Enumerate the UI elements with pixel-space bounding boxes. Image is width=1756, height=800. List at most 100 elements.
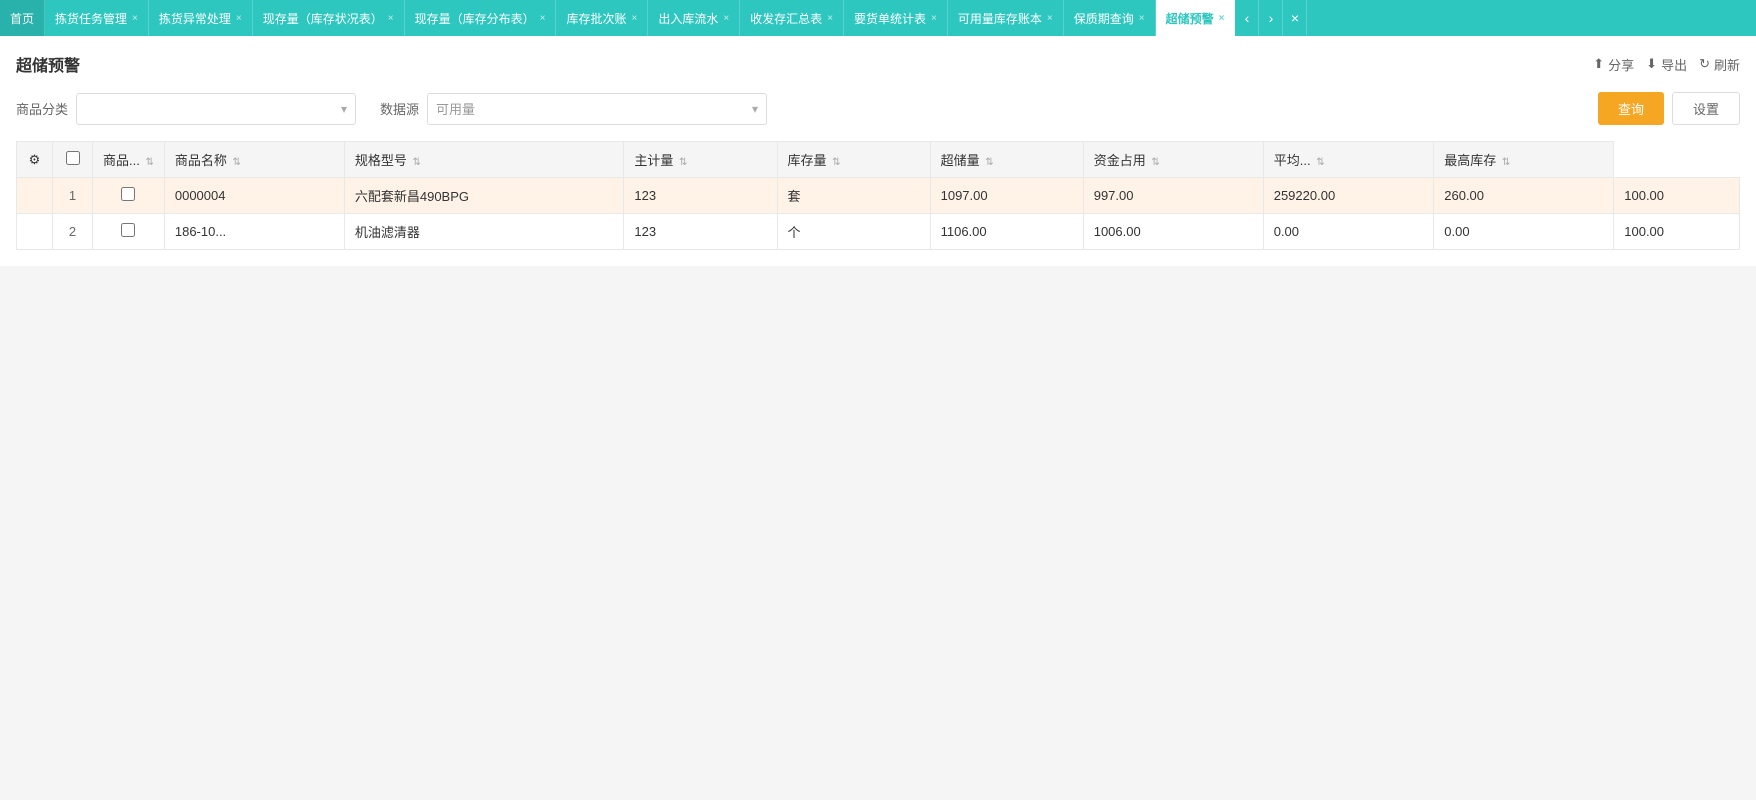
filter-row: 商品分类 ▾ 数据源 可用量 ▾ 查询 设置	[16, 92, 1740, 125]
data-table: ⚙ 商品... ⇅ 商品名称 ⇅ 规格型号 ⇅ 主计量	[16, 141, 1740, 250]
th-product-code: 商品... ⇅	[93, 142, 165, 178]
nav-close-button[interactable]: ×	[1283, 0, 1307, 36]
row-max-stock: 100.00	[1614, 178, 1740, 214]
topbar-item-[interactable]: 出入库流水×	[648, 0, 740, 36]
table-body: 10000004六配套新昌490BPG123套1097.00997.002592…	[17, 178, 1740, 250]
export-icon: ⬇	[1646, 56, 1657, 72]
export-label: 导出	[1661, 55, 1687, 74]
row-num: 2	[53, 214, 93, 250]
th-avg-label: 平均...	[1274, 153, 1311, 168]
sort-icon-spec: ⇅	[413, 157, 421, 168]
topbar-item-[interactable]: 要货单统计表×	[844, 0, 948, 36]
th-max-stock: 最高库存 ⇅	[1434, 142, 1614, 178]
page-container: 超储预警 ⬆ 分享 ⬇ 导出 ↻ 刷新 商品分类 ▾ 数据源	[0, 36, 1756, 266]
page-header: 超储预警 ⬆ 分享 ⬇ 导出 ↻ 刷新	[16, 52, 1740, 76]
close-icon[interactable]: ×	[540, 13, 546, 24]
sort-icon-over-stock: ⇅	[985, 157, 993, 168]
row-product-name: 六配套新昌490BPG	[344, 178, 624, 214]
data-source-select[interactable]: 可用量 ▾	[427, 93, 767, 125]
sort-icon-capital: ⇅	[1151, 157, 1159, 168]
close-icon[interactable]: ×	[1139, 13, 1145, 24]
topbar-item-[interactable]: 现存量（库存分布表）×	[405, 0, 557, 36]
row-product-code: 186-10...	[164, 214, 344, 250]
close-icon[interactable]: ×	[1047, 13, 1053, 24]
topbar-item-[interactable]: 拣货异常处理×	[149, 0, 253, 36]
row-checkbox-cell	[93, 178, 165, 214]
row-avg: 260.00	[1434, 178, 1614, 214]
row-product-code: 0000004	[164, 178, 344, 214]
gear-icon[interactable]: ⚙	[29, 152, 41, 167]
data-source-label: 数据源	[380, 99, 419, 118]
table-header: ⚙ 商品... ⇅ 商品名称 ⇅ 规格型号 ⇅ 主计量	[17, 142, 1740, 178]
table-row: 2186-10...机油滤清器123个1106.001006.000.000.0…	[17, 214, 1740, 250]
table-row: 10000004六配套新昌490BPG123套1097.00997.002592…	[17, 178, 1740, 214]
close-icon[interactable]: ×	[1219, 13, 1225, 24]
chevron-down-icon: ▾	[341, 102, 347, 116]
query-button[interactable]: 查询	[1598, 92, 1664, 125]
th-unit-label: 主计量	[634, 153, 673, 168]
topbar-item-[interactable]: 保质期查询×	[1064, 0, 1156, 36]
data-source-value: 可用量	[436, 99, 475, 118]
close-icon[interactable]: ×	[827, 13, 833, 24]
select-all-checkbox[interactable]	[66, 151, 80, 165]
th-avg: 平均... ⇅	[1263, 142, 1434, 178]
refresh-label: 刷新	[1714, 55, 1740, 74]
th-product-name-label: 商品名称	[175, 153, 227, 168]
close-icon[interactable]: ×	[236, 13, 242, 24]
row-capital-usage: 259220.00	[1263, 178, 1434, 214]
sort-icon-code: ⇅	[145, 157, 153, 168]
row-spec: 123	[624, 214, 777, 250]
th-capital-usage: 资金占用 ⇅	[1083, 142, 1263, 178]
row-checkbox[interactable]	[121, 223, 135, 237]
chevron-down-icon-2: ▾	[752, 102, 758, 116]
row-max-stock: 100.00	[1614, 214, 1740, 250]
share-label: 分享	[1608, 55, 1634, 74]
row-unit: 个	[777, 214, 930, 250]
topbar-item-[interactable]: 超储预警×	[1156, 0, 1236, 36]
th-checkbox	[53, 142, 93, 178]
filter-buttons: 查询 设置	[1598, 92, 1740, 125]
row-checkbox-cell	[93, 214, 165, 250]
page-title: 超储预警	[16, 52, 80, 76]
settings-button[interactable]: 设置	[1672, 92, 1740, 125]
close-icon[interactable]: ×	[931, 13, 937, 24]
row-gear-cell	[17, 178, 53, 214]
row-num: 1	[53, 178, 93, 214]
row-gear-cell	[17, 214, 53, 250]
export-button[interactable]: ⬇ 导出	[1646, 55, 1687, 74]
product-category-select[interactable]: ▾	[76, 93, 356, 125]
row-checkbox[interactable]	[121, 187, 135, 201]
sort-icon-name: ⇅	[233, 157, 241, 168]
sort-icon-avg: ⇅	[1316, 157, 1324, 168]
th-unit: 主计量 ⇅	[624, 142, 777, 178]
topbar-item-[interactable]: 首页	[0, 0, 45, 36]
topbar-item-[interactable]: 拣货任务管理×	[45, 0, 149, 36]
topbar-item-[interactable]: 可用量库存账本×	[948, 0, 1064, 36]
row-capital-usage: 0.00	[1263, 214, 1434, 250]
refresh-button[interactable]: ↻ 刷新	[1699, 55, 1740, 74]
topbar-item-[interactable]: 现存量（库存状况表）×	[253, 0, 405, 36]
nav-next-button[interactable]: ›	[1259, 0, 1283, 36]
row-spec: 123	[624, 178, 777, 214]
sort-icon-unit: ⇅	[679, 157, 687, 168]
nav-prev-button[interactable]: ‹	[1235, 0, 1259, 36]
close-icon[interactable]: ×	[631, 13, 637, 24]
row-avg: 0.00	[1434, 214, 1614, 250]
th-spec-label: 规格型号	[355, 153, 407, 168]
th-product-name: 商品名称 ⇅	[164, 142, 344, 178]
th-over-stock-label: 超储量	[941, 153, 980, 168]
data-source-filter: 数据源 可用量 ▾	[380, 93, 767, 125]
topbar: 首页拣货任务管理×拣货异常处理×现存量（库存状况表）×现存量（库存分布表）×库存…	[0, 0, 1756, 36]
close-icon[interactable]: ×	[388, 13, 394, 24]
sort-icon-stock: ⇅	[832, 157, 840, 168]
row-over-stock: 1006.00	[1083, 214, 1263, 250]
th-spec: 规格型号 ⇅	[344, 142, 624, 178]
topbar-item-[interactable]: 库存批次账×	[556, 0, 648, 36]
close-icon[interactable]: ×	[723, 13, 729, 24]
sort-icon-max: ⇅	[1502, 157, 1510, 168]
close-icon[interactable]: ×	[132, 13, 138, 24]
share-button[interactable]: ⬆ 分享	[1593, 55, 1634, 74]
th-product-code-label: 商品...	[103, 153, 140, 168]
page-actions: ⬆ 分享 ⬇ 导出 ↻ 刷新	[1593, 55, 1740, 74]
topbar-item-[interactable]: 收发存汇总表×	[740, 0, 844, 36]
